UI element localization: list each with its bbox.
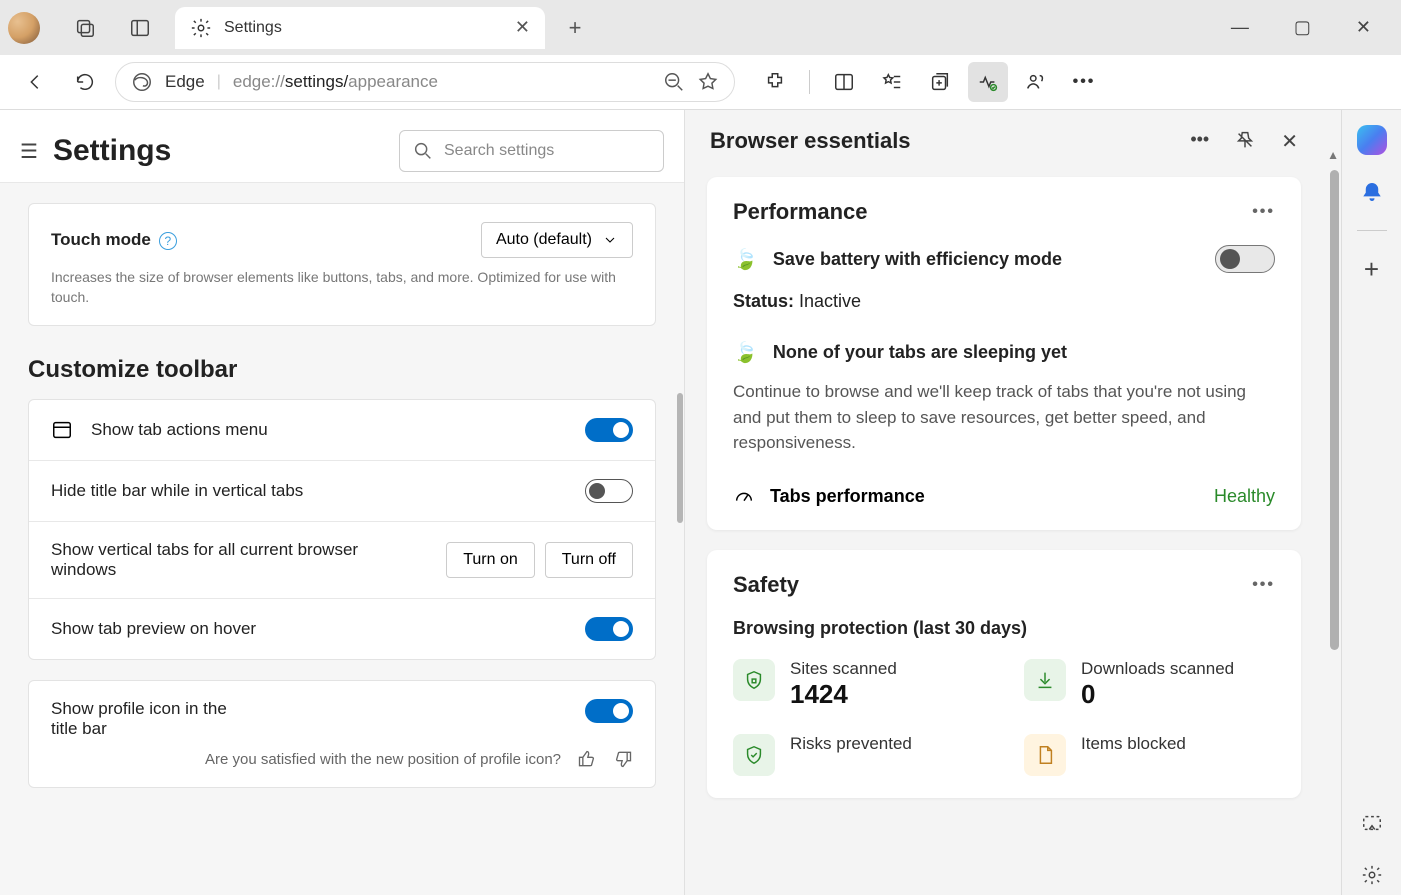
unpin-icon[interactable] bbox=[1234, 129, 1256, 151]
customize-toolbar-heading: Customize toolbar bbox=[28, 356, 656, 384]
profile-icon-card: Show profile icon in the title bar Are y… bbox=[28, 680, 656, 788]
download-icon bbox=[1024, 659, 1066, 701]
essentials-scrollbar-thumb[interactable] bbox=[1330, 170, 1339, 650]
toolbar-options-card: Show tab actions menu Hide title bar whi… bbox=[28, 399, 656, 660]
add-sidebar-button[interactable]: + bbox=[1352, 249, 1392, 289]
collections-icon[interactable] bbox=[920, 62, 960, 102]
menu-icon[interactable]: ☰ bbox=[20, 139, 38, 164]
thumbs-down-icon[interactable] bbox=[613, 749, 633, 769]
settings-header: ☰ Settings Search settings bbox=[0, 110, 684, 183]
window-controls: — ▢ ✕ bbox=[1231, 17, 1401, 38]
shield-check-icon bbox=[733, 734, 775, 776]
search-icon bbox=[412, 140, 434, 162]
performance-more-icon[interactable]: ••• bbox=[1252, 203, 1275, 221]
favorites-list-icon[interactable] bbox=[872, 62, 912, 102]
file-icon bbox=[1024, 734, 1066, 776]
settings-page: ☰ Settings Search settings Touch mode? A… bbox=[0, 110, 685, 895]
back-button[interactable] bbox=[15, 62, 55, 102]
edge-icon bbox=[131, 71, 153, 93]
maximize-button[interactable]: ▢ bbox=[1294, 17, 1311, 38]
close-window-button[interactable]: ✕ bbox=[1356, 17, 1371, 38]
sites-scanned-stat: Sites scanned 1424 bbox=[733, 659, 984, 710]
tab-preview-toggle[interactable] bbox=[585, 617, 633, 641]
tab-preview-row: Show tab preview on hover bbox=[29, 599, 655, 659]
refresh-button[interactable] bbox=[65, 62, 105, 102]
window-icon bbox=[51, 419, 73, 441]
sidebar-settings-button[interactable] bbox=[1352, 855, 1392, 895]
browser-essentials-panel: ▲ Browser essentials ••• ✕ Performance •… bbox=[685, 110, 1341, 895]
hide-titlebar-toggle[interactable] bbox=[585, 479, 633, 503]
profile-avatar[interactable] bbox=[8, 12, 40, 44]
browser-tab[interactable]: Settings ✕ bbox=[175, 7, 545, 49]
vertical-tabs-row: Show vertical tabs for all current brows… bbox=[29, 522, 655, 599]
more-menu-icon[interactable]: ••• bbox=[1064, 62, 1104, 102]
page-title: Settings bbox=[53, 134, 171, 168]
safety-stats-row-2: Risks prevented Items blocked bbox=[733, 734, 1275, 776]
tab-title: Settings bbox=[224, 19, 282, 37]
settings-body[interactable]: Touch mode? Auto (default) Increases the… bbox=[0, 183, 684, 895]
screenshot-button[interactable] bbox=[1352, 803, 1392, 843]
risks-prevented-stat: Risks prevented bbox=[733, 734, 984, 776]
safety-card: Safety ••• Browsing protection (last 30 … bbox=[707, 550, 1301, 798]
favorite-icon[interactable] bbox=[697, 71, 719, 93]
content-area: ☰ Settings Search settings Touch mode? A… bbox=[0, 110, 1401, 895]
search-settings-input[interactable]: Search settings bbox=[399, 130, 664, 172]
scroll-up-arrow[interactable]: ▲ bbox=[1327, 148, 1339, 162]
feedback-prompt: Are you satisfied with the new position … bbox=[51, 749, 633, 769]
items-blocked-stat: Items blocked bbox=[1024, 734, 1275, 776]
titlebar: Settings ✕ + — ▢ ✕ bbox=[0, 0, 1401, 55]
address-bar[interactable]: Edge | edge://settings/appearance bbox=[115, 62, 735, 102]
sleeping-desc: Continue to browse and we'll keep track … bbox=[733, 379, 1275, 456]
thumbs-up-icon[interactable] bbox=[577, 749, 597, 769]
split-screen-icon[interactable] bbox=[824, 62, 864, 102]
notifications-button[interactable] bbox=[1352, 172, 1392, 212]
hide-titlebar-row: Hide title bar while in vertical tabs bbox=[29, 461, 655, 522]
profile-icon-toggle[interactable] bbox=[585, 699, 633, 723]
copilot-button[interactable] bbox=[1352, 120, 1392, 160]
toolbar: Edge | edge://settings/appearance ••• bbox=[0, 55, 1401, 110]
right-sidebar: + bbox=[1341, 110, 1401, 895]
shield-lock-icon bbox=[733, 659, 775, 701]
leaf-icon: 🍃 bbox=[733, 247, 758, 272]
workspaces-icon[interactable] bbox=[65, 8, 105, 48]
efficiency-mode-toggle[interactable] bbox=[1215, 245, 1275, 273]
show-tab-actions-row: Show tab actions menu bbox=[29, 400, 655, 461]
downloads-scanned-stat: Downloads scanned 0 bbox=[1024, 659, 1275, 710]
performance-card: Performance ••• 🍃 Save battery with effi… bbox=[707, 177, 1301, 530]
close-tab-button[interactable]: ✕ bbox=[515, 17, 530, 38]
essentials-body[interactable]: Performance ••• 🍃 Save battery with effi… bbox=[685, 172, 1323, 895]
gear-icon bbox=[190, 17, 212, 39]
essentials-more-icon[interactable]: ••• bbox=[1190, 129, 1209, 154]
addr-prefix: Edge bbox=[165, 72, 205, 92]
turn-on-button[interactable]: Turn on bbox=[446, 542, 535, 578]
zoom-icon[interactable] bbox=[663, 71, 685, 93]
safety-stats-row-1: Sites scanned 1424 Downloads scanned 0 bbox=[733, 659, 1275, 710]
minimize-button[interactable]: — bbox=[1231, 17, 1249, 38]
chevron-down-icon bbox=[602, 232, 618, 248]
new-tab-button[interactable]: + bbox=[555, 15, 595, 41]
close-essentials-button[interactable]: ✕ bbox=[1281, 129, 1298, 154]
touch-mode-card: Touch mode? Auto (default) Increases the… bbox=[28, 203, 656, 326]
tab-actions-toggle[interactable] bbox=[585, 418, 633, 442]
healthy-status: Healthy bbox=[1214, 486, 1275, 507]
turn-off-button[interactable]: Turn off bbox=[545, 542, 633, 578]
touch-mode-label: Touch mode? bbox=[51, 230, 177, 250]
gauge-icon bbox=[733, 486, 755, 508]
safety-subtitle: Browsing protection (last 30 days) bbox=[733, 618, 1275, 639]
essentials-header: Browser essentials ••• ✕ bbox=[685, 110, 1323, 172]
extensions-icon[interactable] bbox=[755, 62, 795, 102]
account-icon[interactable] bbox=[1016, 62, 1056, 102]
leaf-icon: 🍃 bbox=[733, 340, 758, 365]
scrollbar-thumb[interactable] bbox=[677, 393, 683, 523]
help-icon[interactable]: ? bbox=[159, 232, 177, 250]
tab-actions-icon[interactable] bbox=[120, 8, 160, 48]
browser-essentials-icon[interactable] bbox=[968, 62, 1008, 102]
touch-mode-desc: Increases the size of browser elements l… bbox=[51, 268, 633, 307]
touch-mode-select[interactable]: Auto (default) bbox=[481, 222, 633, 258]
efficiency-status: Status: Inactive bbox=[733, 291, 1275, 312]
address-url: edge://settings/appearance bbox=[233, 72, 651, 92]
safety-more-icon[interactable]: ••• bbox=[1252, 576, 1275, 594]
